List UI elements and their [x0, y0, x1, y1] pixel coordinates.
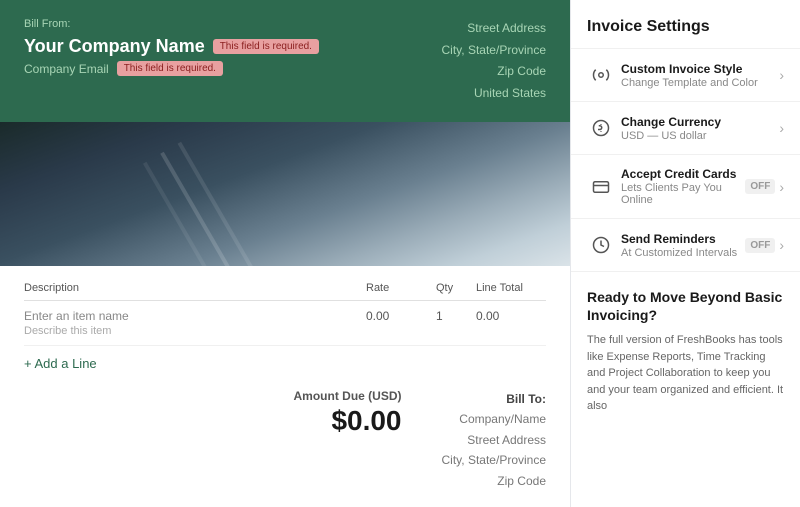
- send-reminders-content: Send Reminders At Customized Intervals: [621, 232, 745, 259]
- table-row: Enter an item name Describe this item 0.…: [24, 301, 546, 346]
- settings-item-change-currency[interactable]: Change Currency USD — US dollar ›: [571, 102, 800, 155]
- accept-credit-cards-title: Accept Credit Cards: [621, 167, 745, 181]
- settings-item-custom-invoice-style[interactable]: Custom Invoice Style Change Template and…: [571, 49, 800, 102]
- item-desc[interactable]: Describe this item: [24, 325, 366, 337]
- bill-to-company[interactable]: Company/Name: [442, 409, 546, 429]
- address-section: Street Address City, State/Province Zip …: [442, 18, 546, 104]
- send-reminders-chevron: ›: [779, 237, 784, 253]
- zip-code-line[interactable]: Zip Code: [442, 61, 546, 83]
- left-panel: Bill From: Your Company Name This field …: [0, 0, 570, 507]
- bottom-right-area: Amount Due (USD) $0.00 Bill To: Company/…: [294, 389, 546, 491]
- promo-section: Ready to Move Beyond Basic Invoicing? Th…: [571, 272, 800, 507]
- accept-credit-cards-chevron: ›: [779, 179, 784, 195]
- col-line-total: Line Total: [476, 282, 546, 294]
- settings-item-send-reminders[interactable]: Send Reminders At Customized Intervals O…: [571, 219, 800, 272]
- custom-invoice-style-subtitle: Change Template and Color: [621, 77, 779, 89]
- company-email-required-badge: This field is required.: [117, 61, 223, 76]
- promo-title: Ready to Move Beyond Basic Invoicing?: [587, 288, 784, 324]
- bottom-left-spacer: [24, 389, 294, 491]
- bill-to-street[interactable]: Street Address: [442, 430, 546, 450]
- add-line-button[interactable]: + Add a Line: [24, 346, 97, 381]
- accept-credit-cards-icon: [587, 173, 615, 201]
- accept-credit-cards-content: Accept Credit Cards Lets Clients Pay You…: [621, 167, 745, 206]
- company-name-row: Your Company Name This field is required…: [24, 36, 442, 57]
- accept-credit-cards-toggle[interactable]: OFF: [745, 179, 775, 194]
- send-reminders-icon: [587, 231, 615, 259]
- change-currency-icon: [587, 114, 615, 142]
- amount-due-value: $0.00: [294, 405, 402, 437]
- send-reminders-title: Send Reminders: [621, 232, 745, 246]
- change-currency-title: Change Currency: [621, 115, 779, 129]
- custom-invoice-style-chevron: ›: [779, 67, 784, 83]
- change-currency-chevron: ›: [779, 120, 784, 136]
- item-qty[interactable]: 1: [436, 309, 476, 337]
- bill-to-label: Bill To:: [442, 389, 546, 409]
- custom-invoice-style-content: Custom Invoice Style Change Template and…: [621, 62, 779, 89]
- item-description-col: Enter an item name Describe this item: [24, 309, 366, 337]
- table-wrapper: Description Rate Qty Line Total Enter an…: [0, 266, 570, 346]
- table-header: Description Rate Qty Line Total: [24, 282, 546, 301]
- custom-invoice-style-icon: [587, 61, 615, 89]
- send-reminders-toggle[interactable]: OFF: [745, 238, 775, 253]
- street-address-line[interactable]: Street Address: [442, 18, 546, 40]
- change-currency-content: Change Currency USD — US dollar: [621, 115, 779, 142]
- custom-invoice-style-title: Custom Invoice Style: [621, 62, 779, 76]
- country-line[interactable]: United States: [442, 83, 546, 105]
- right-panel: Invoice Settings Custom Invoice Style Ch…: [570, 0, 800, 507]
- amount-due-block: Amount Due (USD) $0.00: [294, 389, 402, 437]
- promo-text: The full version of FreshBooks has tools…: [587, 332, 784, 415]
- item-rate[interactable]: 0.00: [366, 309, 436, 337]
- banner-image: [0, 122, 570, 266]
- add-line-row: + Add a Line: [0, 346, 570, 381]
- bill-from-label: Bill From:: [24, 18, 442, 30]
- bill-to-zip[interactable]: Zip Code: [442, 471, 546, 491]
- company-email-row: Company Email This field is required.: [24, 61, 442, 76]
- invoice-bottom: Amount Due (USD) $0.00 Bill To: Company/…: [0, 381, 570, 507]
- table-area: Description Rate Qty Line Total Enter an…: [0, 266, 570, 381]
- accept-credit-cards-subtitle: Lets Clients Pay You Online: [621, 182, 745, 206]
- company-name[interactable]: Your Company Name: [24, 36, 205, 57]
- col-rate: Rate: [366, 282, 436, 294]
- bill-to-city-state[interactable]: City, State/Province: [442, 450, 546, 470]
- send-reminders-subtitle: At Customized Intervals: [621, 247, 745, 259]
- invoice-header: Bill From: Your Company Name This field …: [0, 0, 570, 122]
- company-name-required-badge: This field is required.: [213, 39, 319, 54]
- amount-due-label: Amount Due (USD): [294, 389, 402, 403]
- bill-to-section: Bill To: Company/Name Street Address Cit…: [442, 389, 546, 491]
- company-email-label: Company Email: [24, 62, 109, 76]
- city-state-line[interactable]: City, State/Province: [442, 40, 546, 62]
- change-currency-subtitle: USD — US dollar: [621, 130, 779, 142]
- settings-item-accept-credit-cards[interactable]: Accept Credit Cards Lets Clients Pay You…: [571, 155, 800, 219]
- col-qty: Qty: [436, 282, 476, 294]
- item-name[interactable]: Enter an item name: [24, 309, 366, 323]
- item-total: 0.00: [476, 309, 546, 337]
- col-description: Description: [24, 282, 366, 294]
- bill-from-section: Bill From: Your Company Name This field …: [24, 18, 442, 76]
- settings-title: Invoice Settings: [571, 0, 800, 49]
